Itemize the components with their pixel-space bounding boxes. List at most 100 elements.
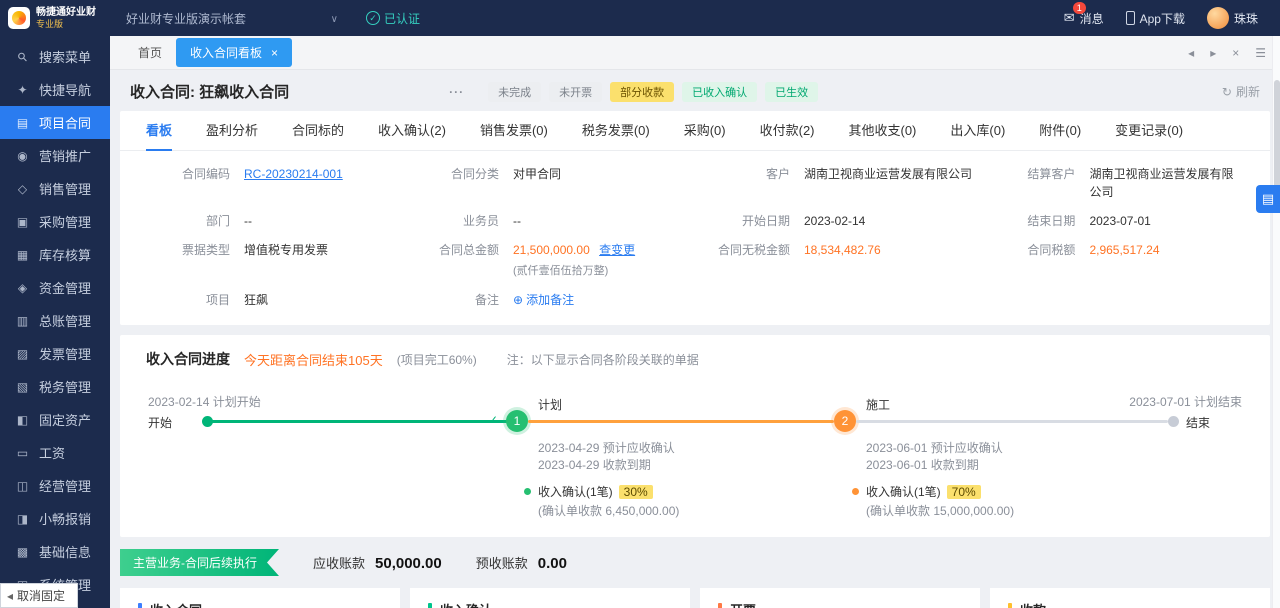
sidebar-item-fixed-assets[interactable]: ◧ 固定资产: [0, 403, 110, 436]
field-project: 项目 狂飙: [146, 291, 415, 309]
field-salesman: 业务员 --: [415, 212, 706, 230]
tab-board[interactable]: 看板: [146, 111, 172, 151]
sidebar-item-purchase[interactable]: ▣ 采购管理: [0, 205, 110, 238]
tab-other-income[interactable]: 其他收支(0): [849, 111, 917, 151]
close-all-tabs-icon[interactable]: [1232, 46, 1239, 60]
sidebar-item-reimbursement[interactable]: ◨ 小畅报销: [0, 502, 110, 535]
check-icon: [488, 413, 498, 427]
field-total-amount: 合同总金额 21,500,000.00 查变更 (贰仟壹佰伍拾万整): [415, 241, 706, 280]
scrollbar-track[interactable]: [1272, 36, 1280, 608]
field-notax-amount: 合同无税金额 18,534,482.76: [706, 241, 991, 280]
sidebar-item-label: 基础信息: [39, 542, 91, 561]
close-tab-icon[interactable]: [271, 46, 278, 60]
progress-completion: (项目完工60%): [397, 351, 477, 368]
purchase-icon: ▣: [15, 215, 30, 229]
page-tabbar: 首页 收入合同看板: [110, 36, 1280, 70]
app-logo[interactable]: 畅捷通好业财 专业版: [0, 7, 110, 29]
sidebar-item-tax[interactable]: ▧ 税务管理: [0, 370, 110, 403]
tab-contract-subject[interactable]: 合同标的: [292, 111, 344, 151]
stage2-confirm-label: 收入确认(1笔): [866, 485, 941, 499]
topbar: 畅捷通好业财 专业版 好业财专业版演示帐套 已认证 1 消息 App下载 珠珠: [0, 0, 1280, 36]
refresh-button[interactable]: 刷新: [1222, 83, 1260, 100]
field-label: 结束日期: [991, 212, 1075, 230]
sidebar-item-search[interactable]: ⚲ 搜索菜单: [0, 40, 110, 73]
page-tab-income-contract-board[interactable]: 收入合同看板: [176, 38, 292, 67]
tab-attachments[interactable]: 附件(0): [1039, 111, 1081, 151]
sidebar-item-marketing[interactable]: ◉ 营销推广: [0, 139, 110, 172]
stage2-bullet: [852, 488, 859, 495]
sidebar-item-funds[interactable]: ◈ 资金管理: [0, 271, 110, 304]
field-settle-customer: 结算客户 湖南卫视商业运营发展有限公司: [991, 165, 1244, 201]
stage1-name: 计划: [538, 396, 562, 413]
sidebar-item-general-ledger[interactable]: ▥ 总账管理: [0, 304, 110, 337]
field-value: 湖南卫视商业运营发展有限公司: [1089, 165, 1244, 201]
refresh-label: 刷新: [1236, 83, 1260, 100]
stage2-name: 施工: [866, 396, 890, 413]
side-panel-icon: [1262, 191, 1274, 207]
prev-tab-icon[interactable]: [1188, 46, 1194, 60]
stage1-date2: 2023-04-29 收款到期: [538, 456, 651, 473]
sidebar-item-project-contract[interactable]: ▤ 项目合同: [0, 106, 110, 139]
sidebar-item-operations[interactable]: ◫ 经营管理: [0, 469, 110, 502]
account-set-switcher[interactable]: 好业财专业版演示帐套: [126, 10, 338, 27]
scrollbar-thumb[interactable]: [1274, 80, 1280, 200]
timeline-node-stage2[interactable]: 2: [834, 410, 856, 432]
card-color-bar: [428, 603, 432, 608]
stage2-confirm: 收入确认(1笔)70%: [866, 483, 981, 500]
messages-button[interactable]: 1 消息: [1064, 10, 1104, 27]
sidebar-item-quick-nav[interactable]: ✦ 快捷导航: [0, 73, 110, 106]
logo-text: 畅捷通好业财 专业版: [36, 7, 96, 29]
user-menu[interactable]: 珠珠: [1207, 7, 1258, 29]
progress-countdown: 今天距离合同结束105天: [244, 350, 383, 369]
card-color-bar: [138, 603, 142, 608]
status-badge: 已生效: [765, 82, 818, 102]
sidebar-item-sales[interactable]: ◇ 销售管理: [0, 172, 110, 205]
field-label: 合同税额: [991, 241, 1075, 280]
timeline-node-stage1[interactable]: 1: [506, 410, 528, 432]
field-value: 增值税专用发票: [244, 241, 328, 280]
field-value: --: [513, 212, 521, 230]
card-title: 收入合同: [138, 600, 382, 608]
card-color-bar: [1008, 603, 1012, 608]
tab-tax-invoice[interactable]: 税务发票(0): [582, 111, 650, 151]
contract-code-link[interactable]: RC-20230214-001: [244, 165, 343, 201]
more-actions-button[interactable]: [449, 85, 464, 99]
tab-stock-io[interactable]: 出入库(0): [950, 111, 1005, 151]
page-tab-home[interactable]: 首页: [124, 38, 176, 67]
accounts-receivable: 应收账款 50,000.00: [313, 553, 442, 572]
search-icon: ⚲: [12, 46, 33, 67]
field-department: 部门 --: [146, 212, 415, 230]
tab-list-menu-icon[interactable]: [1255, 46, 1266, 60]
stage1-amount: (确认单收款 6,450,000.00): [538, 502, 679, 519]
tab-profit-analysis[interactable]: 盈利分析: [206, 111, 258, 151]
app-download-button[interactable]: App下载: [1126, 10, 1185, 27]
empty-cell: [706, 291, 991, 309]
tab-payments[interactable]: 收付款(2): [760, 111, 815, 151]
add-remark-link[interactable]: 添加备注: [513, 291, 574, 309]
field-contract-code: 合同编码 RC-20230214-001: [146, 165, 415, 201]
logo-title: 畅捷通好业财: [36, 7, 96, 19]
tab-income-confirm[interactable]: 收入确认(2): [378, 111, 446, 151]
view-change-link[interactable]: 查变更: [599, 243, 635, 257]
unpin-sidebar-button[interactable]: 取消固定: [0, 583, 78, 608]
tabbar-controls: [1188, 46, 1280, 60]
tab-purchase[interactable]: 采购(0): [684, 111, 726, 151]
sidebar-item-label: 小畅报销: [39, 509, 91, 528]
sidebar-item-label: 资金管理: [39, 278, 91, 297]
tab-sales-invoice[interactable]: 销售发票(0): [480, 111, 548, 151]
field-remark: 备注 添加备注: [415, 291, 706, 309]
sidebar-item-basic-info[interactable]: ▩ 基础信息: [0, 535, 110, 568]
field-label: 业务员: [415, 212, 499, 230]
next-tab-icon[interactable]: [1210, 46, 1216, 60]
sidebar-item-invoice[interactable]: ▨ 发票管理: [0, 337, 110, 370]
sidebar-item-inventory[interactable]: ▦ 库存核算: [0, 238, 110, 271]
metric-label: 预收账款: [476, 553, 528, 572]
side-panel-toggle[interactable]: [1256, 185, 1280, 213]
tab-change-log[interactable]: 变更记录(0): [1115, 111, 1183, 151]
timeline-end-date: 2023-07-01 计划结束: [1129, 393, 1242, 410]
field-start-date: 开始日期 2023-02-14: [706, 212, 991, 230]
sidebar-item-payroll[interactable]: ▭ 工资: [0, 436, 110, 469]
card-title: 收入确认: [428, 600, 672, 608]
card-title: 开票: [718, 600, 962, 608]
card-title-label: 开票: [730, 600, 756, 608]
